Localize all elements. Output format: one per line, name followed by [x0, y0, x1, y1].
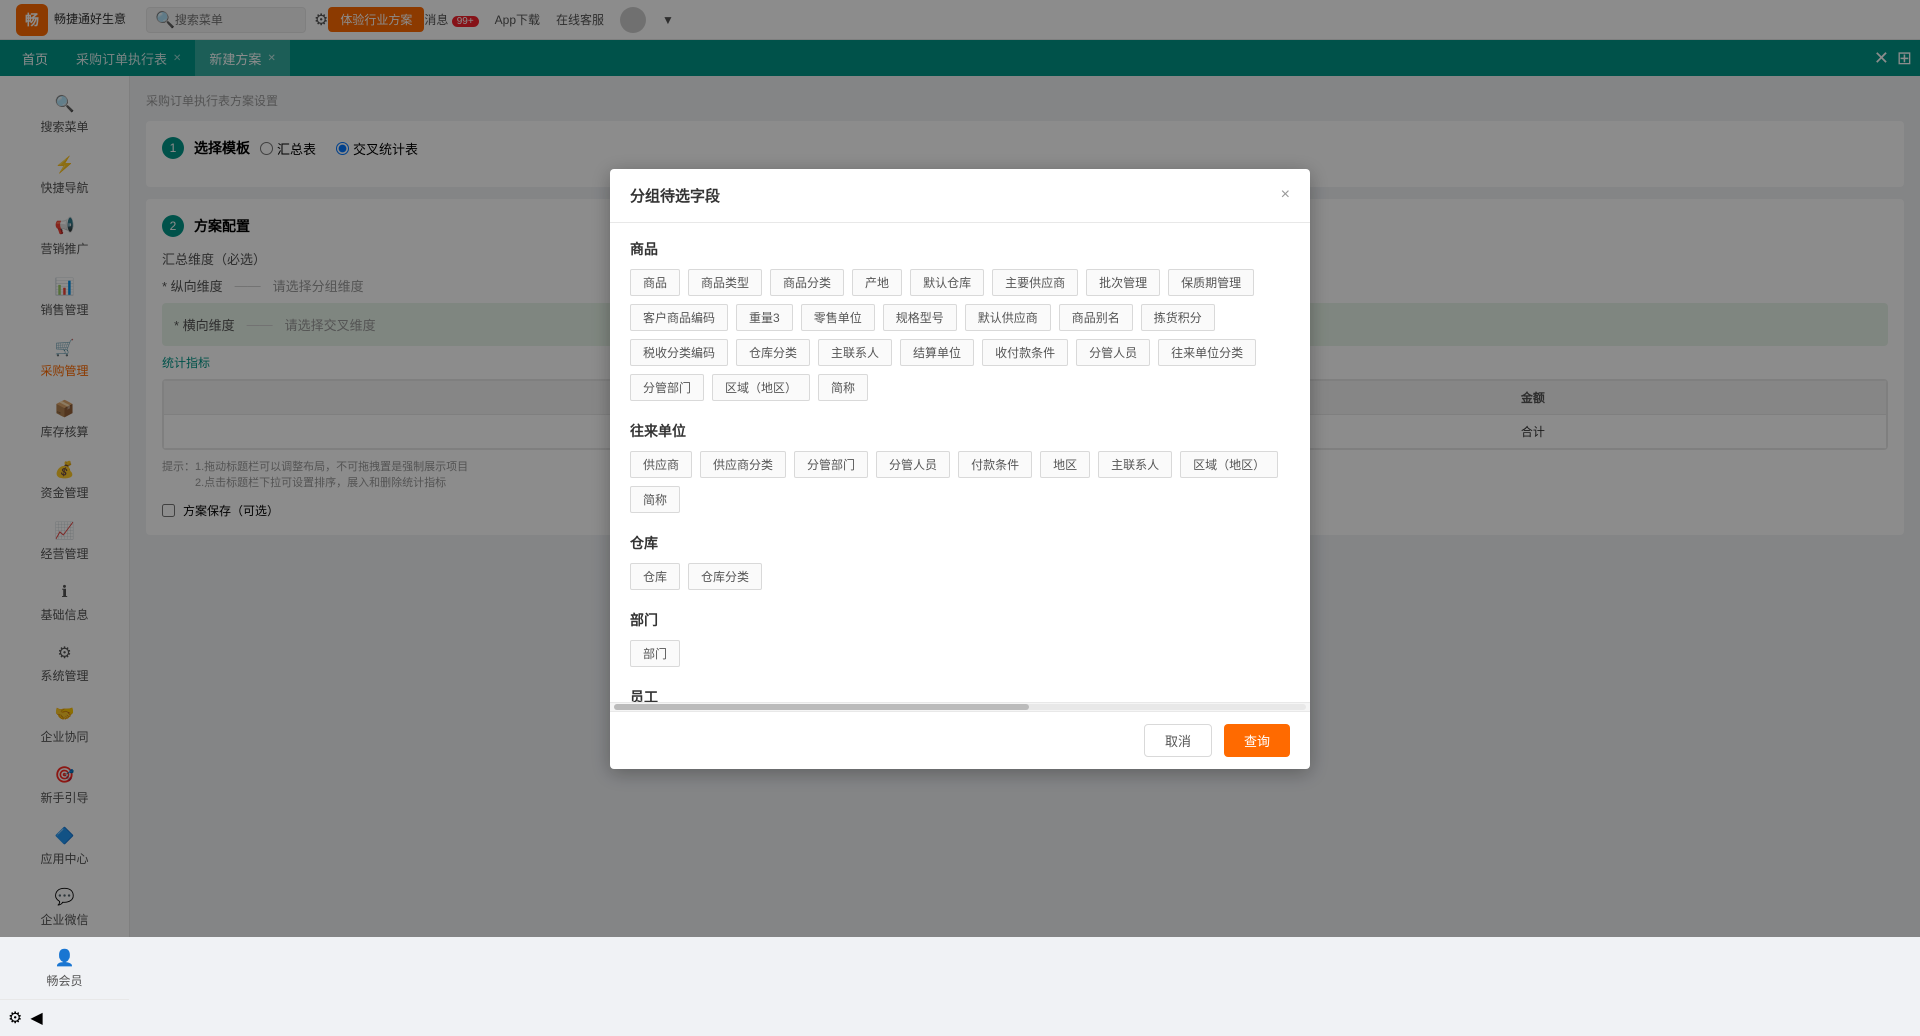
confirm-button[interactable]: 查询: [1224, 724, 1290, 757]
tag-partner-0[interactable]: 供应商: [630, 451, 692, 478]
tag-goods-11[interactable]: 规格型号: [883, 304, 957, 331]
tag-goods-20[interactable]: 分管人员: [1076, 339, 1150, 366]
sidebar-label-member: 畅会员: [46, 972, 82, 989]
tag-goods-23[interactable]: 区域（地区）: [712, 374, 810, 401]
modal-title: 分组待选字段: [630, 185, 720, 206]
goods-field-tags: 商品 商品类型 商品分类 产地 默认仓库 主要供应商 批次管理 保质期管理 客户…: [630, 269, 1290, 401]
tag-partner-3[interactable]: 分管人员: [876, 451, 950, 478]
modal-footer: 取消 查询: [610, 711, 1310, 769]
tag-goods-15[interactable]: 税收分类编码: [630, 339, 728, 366]
sidebar-bottom: ⚙ ◀: [0, 999, 129, 1036]
tag-partner-8[interactable]: 简称: [630, 486, 680, 513]
tag-goods-17[interactable]: 主联系人: [818, 339, 892, 366]
member-icon: 👤: [55, 948, 75, 968]
sidebar-item-member[interactable]: 👤 畅会员: [0, 938, 129, 999]
tag-goods-5[interactable]: 主要供应商: [992, 269, 1078, 296]
tag-partner-6[interactable]: 主联系人: [1098, 451, 1172, 478]
tag-partner-1[interactable]: 供应商分类: [700, 451, 786, 478]
sidebar-settings-icon[interactable]: ⚙: [8, 1008, 22, 1028]
partners-field-tags: 供应商 供应商分类 分管部门 分管人员 付款条件 地区 主联系人 区域（地区） …: [630, 451, 1290, 513]
tag-goods-4[interactable]: 默认仓库: [910, 269, 984, 296]
modal-header: 分组待选字段 ×: [610, 169, 1310, 223]
tag-goods-14[interactable]: 拣货积分: [1141, 304, 1215, 331]
tag-partner-4[interactable]: 付款条件: [958, 451, 1032, 478]
modal-close-btn[interactable]: ×: [1281, 186, 1290, 204]
tag-goods-19[interactable]: 收付款条件: [982, 339, 1068, 366]
modal-overlay: 分组待选字段 × 商品 商品 商品类型 商品分类 产地 默认仓库 主要供应商 批…: [0, 0, 1920, 937]
dept-field-tags: 部门: [630, 640, 1290, 667]
tag-wh-0[interactable]: 仓库: [630, 563, 680, 590]
section-dept: 部门 部门: [630, 610, 1290, 667]
tag-goods-3[interactable]: 产地: [852, 269, 902, 296]
tag-goods-8[interactable]: 客户商品编码: [630, 304, 728, 331]
tag-goods-10[interactable]: 零售单位: [801, 304, 875, 331]
section-partners-title: 往来单位: [630, 421, 1290, 441]
tag-goods-16[interactable]: 仓库分类: [736, 339, 810, 366]
tag-wh-1[interactable]: 仓库分类: [688, 563, 762, 590]
hscrollbar-thumb: [614, 704, 1029, 710]
tag-goods-6[interactable]: 批次管理: [1086, 269, 1160, 296]
tag-partner-7[interactable]: 区域（地区）: [1180, 451, 1278, 478]
field-select-modal: 分组待选字段 × 商品 商品 商品类型 商品分类 产地 默认仓库 主要供应商 批…: [610, 169, 1310, 769]
modal-hscrollbar[interactable]: [610, 702, 1310, 711]
tag-goods-21[interactable]: 往来单位分类: [1158, 339, 1256, 366]
tag-dept-0[interactable]: 部门: [630, 640, 680, 667]
warehouse-field-tags: 仓库 仓库分类: [630, 563, 1290, 590]
tag-goods-9[interactable]: 重量3: [736, 304, 793, 331]
tag-goods-13[interactable]: 商品别名: [1059, 304, 1133, 331]
tag-partner-2[interactable]: 分管部门: [794, 451, 868, 478]
tag-goods-12[interactable]: 默认供应商: [965, 304, 1051, 331]
section-dept-title: 部门: [630, 610, 1290, 630]
cancel-button[interactable]: 取消: [1144, 724, 1212, 757]
section-goods-title: 商品: [630, 239, 1290, 259]
tag-goods-1[interactable]: 商品类型: [688, 269, 762, 296]
tag-goods-24[interactable]: 简称: [818, 374, 868, 401]
tag-goods-7[interactable]: 保质期管理: [1168, 269, 1254, 296]
section-goods: 商品 商品 商品类型 商品分类 产地 默认仓库 主要供应商 批次管理 保质期管理…: [630, 239, 1290, 401]
sidebar-collapse-icon[interactable]: ◀: [30, 1008, 42, 1028]
tag-goods-18[interactable]: 结算单位: [900, 339, 974, 366]
section-employee-title: 员工: [630, 687, 1290, 702]
hscrollbar-track: [614, 704, 1306, 710]
tag-goods-2[interactable]: 商品分类: [770, 269, 844, 296]
section-employee: 员工 业务员: [630, 687, 1290, 702]
tag-goods-22[interactable]: 分管部门: [630, 374, 704, 401]
tag-goods-0[interactable]: 商品: [630, 269, 680, 296]
modal-body: 商品 商品 商品类型 商品分类 产地 默认仓库 主要供应商 批次管理 保质期管理…: [610, 223, 1310, 702]
tag-partner-5[interactable]: 地区: [1040, 451, 1090, 478]
section-partners: 往来单位 供应商 供应商分类 分管部门 分管人员 付款条件 地区 主联系人 区域…: [630, 421, 1290, 513]
section-warehouse-title: 仓库: [630, 533, 1290, 553]
section-warehouse: 仓库 仓库 仓库分类: [630, 533, 1290, 590]
